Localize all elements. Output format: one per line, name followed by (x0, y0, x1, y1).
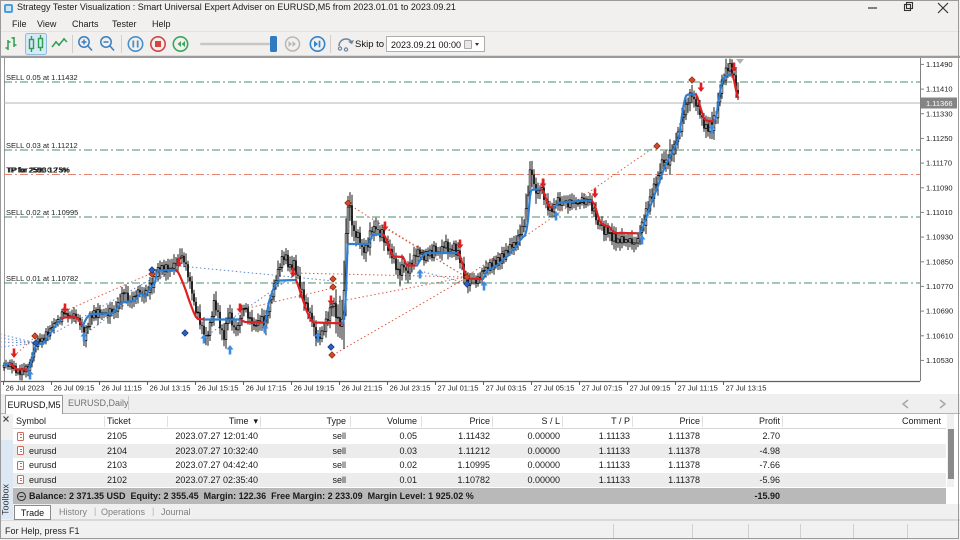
svg-text:26 Jul 13:15: 26 Jul 13:15 (150, 384, 191, 393)
svg-text:26 Jul 19:15: 26 Jul 19:15 (294, 384, 335, 393)
svg-text:26 Jul 23:15: 26 Jul 23:15 (390, 384, 431, 393)
svg-text:1.11490: 1.11490 (926, 60, 953, 69)
svg-text:1.10850: 1.10850 (926, 257, 953, 266)
svg-text:27 Jul 05:15: 27 Jul 05:15 (534, 384, 575, 393)
svg-text:1.10930: 1.10930 (926, 233, 953, 242)
svg-text:TP for 2593 12 3%: TP for 2593 12 3% (8, 166, 71, 175)
svg-text:26 Jul 2023: 26 Jul 2023 (6, 384, 45, 393)
svg-text:1.10610: 1.10610 (926, 331, 953, 340)
svg-text:SELL 0.01 at 1.10782: SELL 0.01 at 1.10782 (6, 274, 78, 283)
svg-text:26 Jul 21:15: 26 Jul 21:15 (342, 384, 383, 393)
svg-text:SELL 0.03 at 1.11212: SELL 0.03 at 1.11212 (6, 141, 78, 150)
svg-text:1.10770: 1.10770 (926, 282, 953, 291)
svg-text:27 Jul 03:15: 27 Jul 03:15 (486, 384, 527, 393)
svg-text:1.11010: 1.11010 (926, 208, 953, 217)
svg-text:26 Jul 15:15: 26 Jul 15:15 (198, 384, 239, 393)
svg-text:27 Jul 11:15: 27 Jul 11:15 (678, 384, 718, 393)
svg-text:1.11366: 1.11366 (926, 99, 953, 108)
svg-text:27 Jul 13:15: 27 Jul 13:15 (726, 384, 767, 393)
svg-text:1.11170: 1.11170 (926, 159, 952, 168)
svg-text:1.11330: 1.11330 (926, 109, 953, 118)
svg-text:SELL 0.02 at 1.10995: SELL 0.02 at 1.10995 (6, 208, 78, 217)
svg-text:26 Jul 09:15: 26 Jul 09:15 (54, 384, 95, 393)
svg-text:27 Jul 01:15: 27 Jul 01:15 (438, 384, 479, 393)
svg-text:26 Jul 17:15: 26 Jul 17:15 (246, 384, 287, 393)
svg-text:1.11250: 1.11250 (926, 134, 953, 143)
svg-text:27 Jul 07:15: 27 Jul 07:15 (582, 384, 623, 393)
svg-text:1.10530: 1.10530 (926, 356, 953, 365)
svg-text:1.11410: 1.11410 (926, 85, 953, 94)
svg-text:1.11090: 1.11090 (926, 183, 953, 192)
svg-text:SELL 0.05 at 1.11432: SELL 0.05 at 1.11432 (6, 73, 78, 82)
svg-text:27 Jul 09:15: 27 Jul 09:15 (630, 384, 671, 393)
svg-text:1.10690: 1.10690 (926, 307, 953, 316)
svg-text:26 Jul 11:15: 26 Jul 11:15 (102, 384, 142, 393)
